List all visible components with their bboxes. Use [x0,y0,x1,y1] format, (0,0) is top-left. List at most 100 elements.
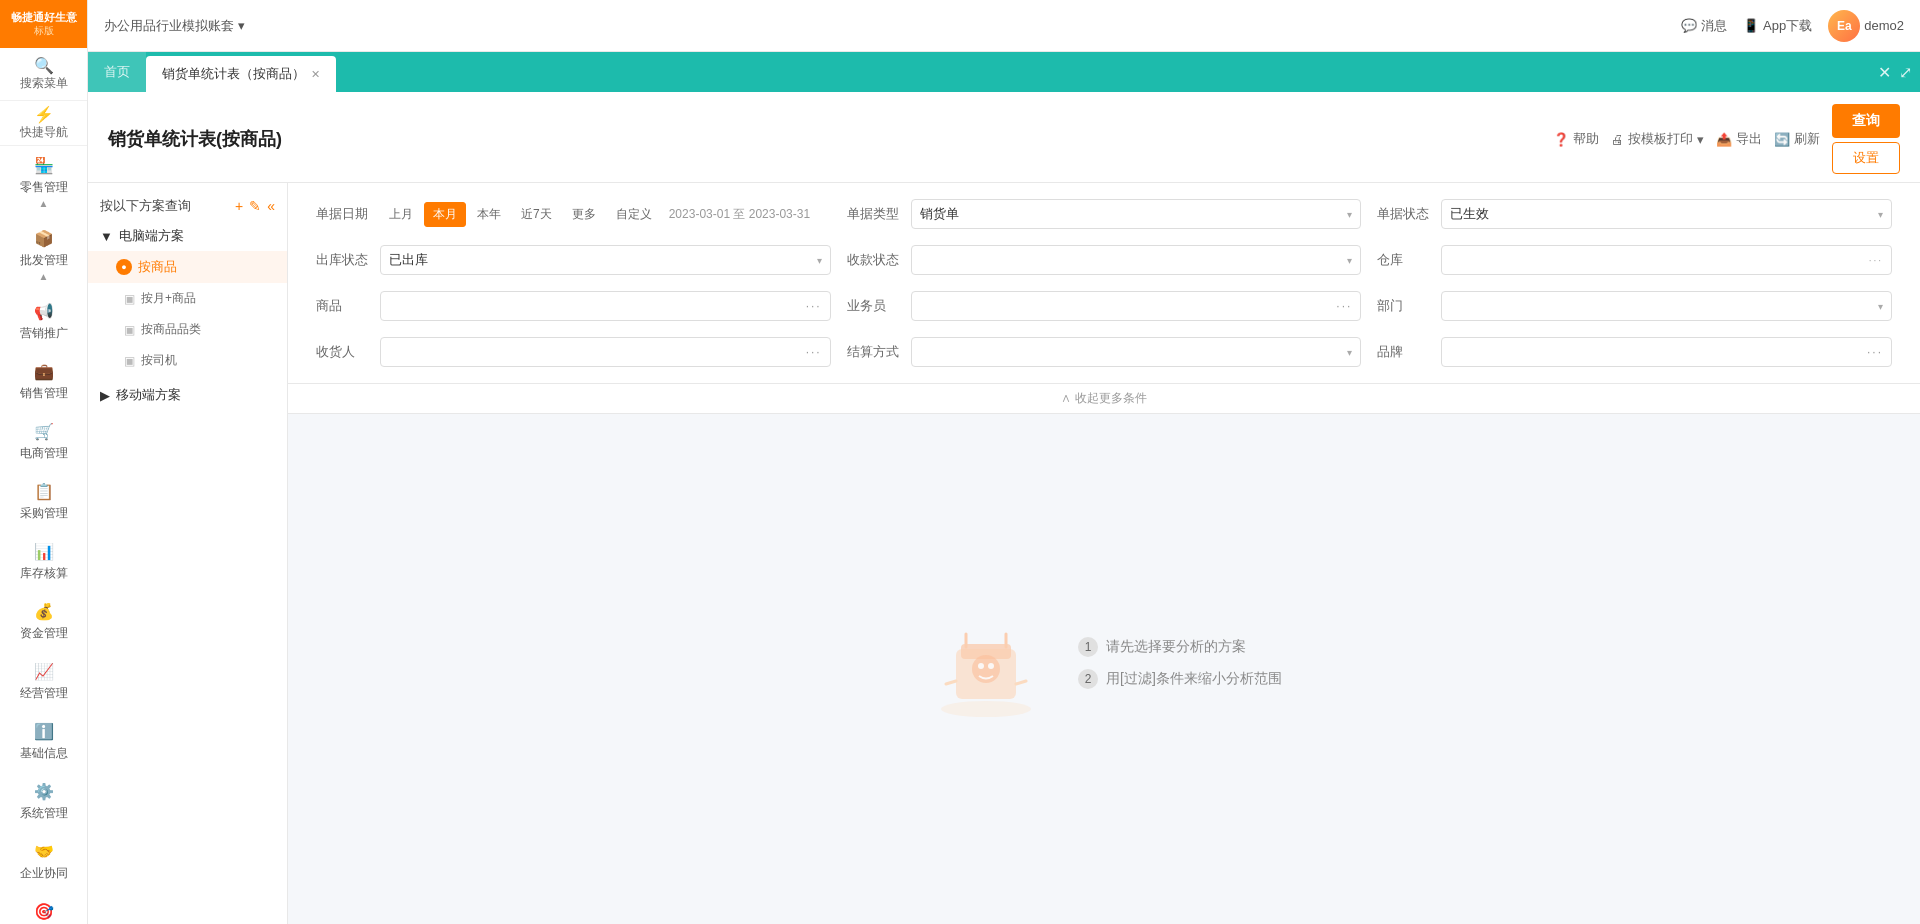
filter-cell-dept: 部门 ▾ [1369,287,1900,325]
salesperson-label: 业务员 [847,297,911,315]
scheme-add-icon[interactable]: + [235,198,243,214]
settings-button[interactable]: 设置 [1832,142,1900,174]
topbar: 办公用品行业模拟账套 ▾ 💬 消息 📱 App下载 Ea demo2 [88,0,1920,52]
dept-select[interactable]: ▾ [1441,291,1892,321]
sidebar-item-operations[interactable]: 📈 经营管理 [0,652,87,712]
collapse-bar[interactable]: ∧ 收起更多条件 [288,384,1920,414]
dept-arrow: ▾ [1878,301,1883,312]
doc-type-label: 单据类型 [847,205,911,223]
tip-1-num: 1 [1078,637,1098,657]
sidebar-item-marketing[interactable]: 📢 营销推广 [0,292,87,352]
sidebar-quick-nav[interactable]: ⚡ 快捷导航 [0,101,87,146]
export-icon: 📤 [1716,132,1732,147]
date-range-display: 2023-03-01 至 2023-03-31 [669,206,810,223]
user-profile[interactable]: Ea demo2 [1828,10,1904,42]
sidebar-item-inventory[interactable]: 📊 库存核算 [0,532,87,592]
topbar-right: 💬 消息 📱 App下载 Ea demo2 [1681,10,1904,42]
app-download-label: App下载 [1763,17,1812,35]
svg-line-9 [1016,681,1026,684]
filter-area: 单据日期 上月 本月 本年 近7天 更多 自定义 2023-03-01 至 20… [288,183,1920,384]
settlement-arrow: ▾ [1347,347,1352,358]
sidebar-item-system[interactable]: ⚙️ 系统管理 [0,772,87,832]
scheme-item-by-vendor[interactable]: ▣ 按司机 [88,345,287,376]
date-label: 单据日期 [316,205,380,223]
tab-close-window-icon[interactable]: ✕ [1878,63,1891,82]
industry-label: 办公用品行业模拟账套 [104,17,234,35]
query-button[interactable]: 查询 [1832,104,1900,138]
date-tab-more[interactable]: 更多 [563,202,605,227]
refresh-button[interactable]: 🔄 刷新 [1774,130,1820,148]
out-status-arrow: ▾ [817,255,822,266]
mobile-group-arrow: ▶ [100,388,110,403]
out-status-select[interactable]: 已出库 ▾ [380,245,831,275]
scheme-item-by-product-category[interactable]: ▣ 按商品品类 [88,314,287,345]
doc-status-arrow: ▾ [1878,209,1883,220]
filter-cell-settlement: 结算方式 ▾ [839,333,1370,371]
sidebar-item-retail[interactable]: 🏪 零售管理 ▲ [0,146,87,219]
sidebar-item-wholesale[interactable]: 📦 批发管理 ▲ [0,219,87,292]
doc-status-select[interactable]: 已生效 ▾ [1441,199,1892,229]
settlement-select[interactable]: ▾ [911,337,1362,367]
doc-type-select[interactable]: 销货单 ▾ [911,199,1362,229]
sidebar-item-sales[interactable]: 💼 销售管理 [0,352,87,412]
scheme-group-desktop-title[interactable]: ▼ 电脑端方案 [88,221,287,251]
date-tab-this-year[interactable]: 本年 [468,202,510,227]
by-product-icon: ● [116,259,132,275]
date-tab-last-7[interactable]: 近7天 [512,202,561,227]
scheme-collapse-icon[interactable]: « [267,198,275,214]
warehouse-select[interactable]: ··· [1441,245,1892,275]
message-action[interactable]: 💬 消息 [1681,17,1727,35]
brand-input[interactable]: ··· [1441,337,1892,367]
date-tab-this-month[interactable]: 本月 [424,202,466,227]
sidebar-item-basic-info[interactable]: ℹ️ 基础信息 [0,712,87,772]
brand-label: 品牌 [1377,343,1441,361]
sidebar-item-enterprise-collab[interactable]: 🤝 企业协同 [0,832,87,892]
product-input[interactable]: ··· [380,291,831,321]
receipt-status-select[interactable]: ▾ [911,245,1362,275]
sidebar-item-new-guide[interactable]: 🎯 新手引导 [0,892,87,924]
print-button[interactable]: 🖨 按模板打印 ▾ [1611,130,1704,148]
receipt-status-arrow: ▾ [1347,255,1352,266]
scheme-item-by-product[interactable]: ● 按商品 [88,251,287,283]
left-panel: 按以下方案查询 + ✎ « ▼ 电脑端方案 ● 按商品 [88,183,288,924]
tab-expand-icon[interactable]: ⤢ [1899,63,1912,82]
filter-cell-out-status: 出库状态 已出库 ▾ [308,241,839,279]
topbar-left: 办公用品行业模拟账套 ▾ [104,17,245,35]
receipt-status-label: 收款状态 [847,251,911,269]
help-button[interactable]: ❓ 帮助 [1553,130,1599,148]
scheme-group-mobile: ▶ 移动端方案 [88,380,287,410]
filter-cell-salesperson: 业务员 ··· [839,287,1370,325]
message-icon: 💬 [1681,18,1697,33]
product-more-icon: ··· [806,299,822,313]
scheme-group-mobile-title[interactable]: ▶ 移动端方案 [88,380,287,410]
brand-more-icon: ··· [1867,345,1883,359]
empty-state: 1 请先选择要分析的方案 2 用[过滤]条件来缩小分析范围 [288,414,1920,924]
tab-close-icon[interactable]: ✕ [311,68,320,81]
scheme-item-by-month-product[interactable]: ▣ 按月+商品 [88,283,287,314]
recipient-input[interactable]: ··· [380,337,831,367]
sidebar-item-procurement[interactable]: 📋 采购管理 [0,472,87,532]
scheme-edit-icon[interactable]: ✎ [249,198,261,214]
industry-selector[interactable]: 办公用品行业模拟账套 ▾ [104,17,245,35]
sidebar-item-ecommerce[interactable]: 🛒 电商管理 [0,412,87,472]
export-button[interactable]: 📤 导出 [1716,130,1762,148]
sidebar-item-finance[interactable]: 💰 资金管理 [0,592,87,652]
procurement-icon: 📋 [34,482,54,501]
wholesale-icon: 📦 [34,229,54,248]
salesperson-input[interactable]: ··· [911,291,1362,321]
sidebar: 畅捷通好生意 标版 🔍 搜索菜单 ⚡ 快捷导航 🏪 零售管理 ▲ 📦 批发管理 … [0,0,88,924]
empty-illustration [926,609,1046,729]
date-tab-last-month[interactable]: 上月 [380,202,422,227]
tab-home[interactable]: 首页 [88,52,146,92]
content-body: 按以下方案查询 + ✎ « ▼ 电脑端方案 ● 按商品 [88,183,1920,924]
scheme-icons: + ✎ « [235,198,275,214]
empty-tip-2: 2 用[过滤]条件来缩小分析范围 [1078,669,1282,689]
tab-sales-stat[interactable]: 销货单统计表（按商品） ✕ [146,56,336,92]
sidebar-search[interactable]: 🔍 搜索菜单 [0,48,87,101]
doc-status-label: 单据状态 [1377,205,1441,223]
date-tab-custom[interactable]: 自定义 [607,202,661,227]
filter-cell-brand: 品牌 ··· [1369,333,1900,371]
recipient-more-icon: ··· [806,345,822,359]
app-download-action[interactable]: 📱 App下载 [1743,17,1812,35]
basic-info-icon: ℹ️ [34,722,54,741]
